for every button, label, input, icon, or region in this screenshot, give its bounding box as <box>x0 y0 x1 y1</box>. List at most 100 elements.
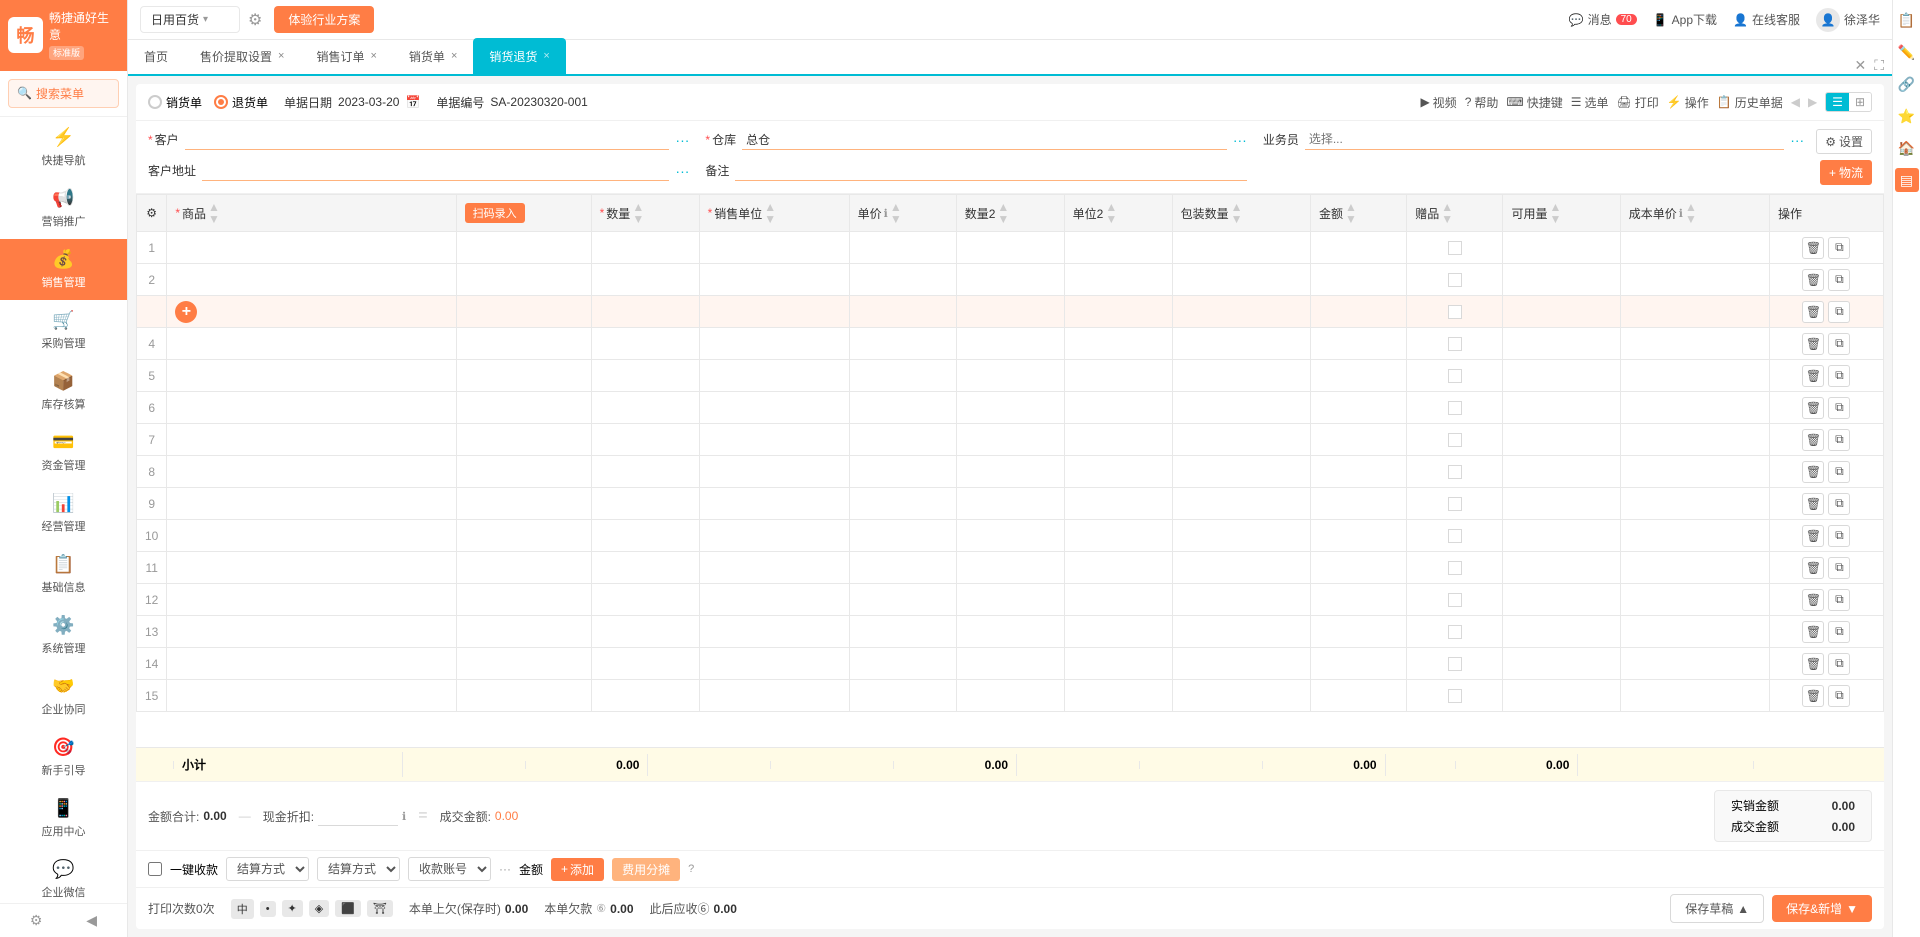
product-cell-5[interactable] <box>167 360 456 392</box>
right-icon-6[interactable]: ▤ <box>1895 168 1919 192</box>
qty2-cell-11[interactable] <box>956 552 1064 584</box>
unit-cell-5[interactable] <box>699 360 849 392</box>
amount-cell-12[interactable] <box>1310 584 1406 616</box>
unit2-cell-5[interactable] <box>1064 360 1172 392</box>
amount-cell-2[interactable] <box>1310 264 1406 296</box>
account-select[interactable]: 收款账号 <box>408 857 491 881</box>
unit2-cell-11[interactable] <box>1064 552 1172 584</box>
qty-cell-11[interactable] <box>591 552 699 584</box>
radio-sales[interactable]: 销货单 <box>148 94 202 111</box>
copy-row-btn-4[interactable]: ⧉ <box>1828 333 1850 355</box>
fee-info-icon[interactable]: ? <box>688 863 694 875</box>
calendar-icon[interactable]: 📅 <box>405 95 420 109</box>
pack-cell-5[interactable] <box>1172 360 1310 392</box>
discount-input[interactable] <box>318 807 398 826</box>
qty-cell-12[interactable] <box>591 584 699 616</box>
tab-sales-out[interactable]: 销货单 × <box>393 38 473 74</box>
product-cell-13[interactable] <box>167 616 456 648</box>
topbar-gear-icon[interactable]: ⚙ <box>248 10 262 30</box>
gift-checkbox-6[interactable] <box>1448 401 1462 415</box>
copy-row-btn-12[interactable]: ⧉ <box>1828 589 1850 611</box>
sidebar-item-finance[interactable]: 💳 资金管理 <box>0 422 127 483</box>
qty2-cell-4[interactable] <box>956 328 1064 360</box>
price-cell-7[interactable] <box>849 424 956 456</box>
unit-cell-6[interactable] <box>699 392 849 424</box>
sidebar-item-sales[interactable]: 💰 销售管理 <box>0 239 127 300</box>
tab-sales-order[interactable]: 销售订单 × <box>300 38 392 74</box>
qty-cell-2[interactable] <box>591 264 699 296</box>
price-cell-9[interactable] <box>849 488 956 520</box>
delete-row-btn-3[interactable]: 🗑 <box>1802 301 1824 323</box>
amount-cell-1[interactable] <box>1310 232 1406 264</box>
qty2-cell-10[interactable] <box>956 520 1064 552</box>
price-cell-5[interactable] <box>849 360 956 392</box>
price-cell-15[interactable] <box>849 680 956 712</box>
product-cell-2[interactable] <box>167 264 456 296</box>
unit2-cell-3[interactable] <box>1064 296 1172 328</box>
gift-checkbox-13[interactable] <box>1448 625 1462 639</box>
amount-cell-6[interactable] <box>1310 392 1406 424</box>
sidebar-item-enterprise[interactable]: 🤝 企业协同 <box>0 666 127 727</box>
help-btn[interactable]: ? 帮助 <box>1465 94 1499 111</box>
qty2-cell-13[interactable] <box>956 616 1064 648</box>
history-btn[interactable]: 📋 历史单据 <box>1717 94 1783 111</box>
nav-select[interactable]: 日用百货 ▾ <box>140 6 240 33</box>
pack-cell-3[interactable] <box>1172 296 1310 328</box>
gift-checkbox-12[interactable] <box>1448 593 1462 607</box>
unit-cell-3[interactable] <box>699 296 849 328</box>
product-cell-11[interactable] <box>167 552 456 584</box>
price-info-icon[interactable]: ℹ <box>884 207 888 220</box>
pack-cell-11[interactable] <box>1172 552 1310 584</box>
copy-row-btn-1[interactable]: ⧉ <box>1828 237 1850 259</box>
date-value[interactable]: 2023-03-20 <box>338 95 399 109</box>
pack-cell-8[interactable] <box>1172 456 1310 488</box>
amount-cell-10[interactable] <box>1310 520 1406 552</box>
amount-cell-5[interactable] <box>1310 360 1406 392</box>
qty-cell-5[interactable] <box>591 360 699 392</box>
qty-cell-4[interactable] <box>591 328 699 360</box>
tab-sales-return-close-icon[interactable]: × <box>543 50 549 62</box>
unit2-cell-15[interactable] <box>1064 680 1172 712</box>
pack-cell-13[interactable] <box>1172 616 1310 648</box>
unit2-cell-4[interactable] <box>1064 328 1172 360</box>
unit2-cell-12[interactable] <box>1064 584 1172 616</box>
pack-cell-1[interactable] <box>1172 232 1310 264</box>
online-service-button[interactable]: 👤 在线客服 <box>1733 11 1800 28</box>
operate-btn[interactable]: ⚡ 操作 <box>1667 94 1709 111</box>
fee-split-btn[interactable]: 费用分摊 <box>612 858 680 881</box>
product-cell-10[interactable] <box>167 520 456 552</box>
delete-row-btn-7[interactable]: 🗑 <box>1802 429 1824 451</box>
tab-price-setting-close-icon[interactable]: × <box>278 50 284 62</box>
customer-select-icon[interactable]: ··· <box>675 132 689 148</box>
copy-row-btn-8[interactable]: ⧉ <box>1828 461 1850 483</box>
sidebar-collapse-button[interactable]: ◀ <box>86 912 97 929</box>
copy-row-btn-6[interactable]: ⧉ <box>1828 397 1850 419</box>
sidebar-item-operations[interactable]: 📊 经营管理 <box>0 483 127 544</box>
delete-row-btn-1[interactable]: 🗑 <box>1802 237 1824 259</box>
product-cell-12[interactable] <box>167 584 456 616</box>
qty-cell-9[interactable] <box>591 488 699 520</box>
unit-cell-9[interactable] <box>699 488 849 520</box>
delete-row-btn-8[interactable]: 🗑 <box>1802 461 1824 483</box>
unit2-cell-2[interactable] <box>1064 264 1172 296</box>
amount-cell-13[interactable] <box>1310 616 1406 648</box>
gift-checkbox-3[interactable] <box>1448 305 1462 319</box>
product-cell-3[interactable]: + <box>167 296 456 328</box>
sidebar-item-marketing[interactable]: 📢 营销推广 <box>0 178 127 239</box>
product-cell-1[interactable] <box>167 232 456 264</box>
staff-input[interactable] <box>1305 129 1784 150</box>
sidebar-item-purchase[interactable]: 🛒 采购管理 <box>0 300 127 361</box>
unit2-cell-9[interactable] <box>1064 488 1172 520</box>
video-btn[interactable]: ▶ 视频 <box>1420 94 1456 111</box>
price-cell-8[interactable] <box>849 456 956 488</box>
right-icon-1[interactable]: 📋 <box>1895 8 1919 32</box>
qty2-cell-8[interactable] <box>956 456 1064 488</box>
tab-home[interactable]: 首页 <box>128 38 184 74</box>
qty2-cell-2[interactable] <box>956 264 1064 296</box>
account-dots-icon[interactable]: ··· <box>499 862 511 876</box>
unit-cell-12[interactable] <box>699 584 849 616</box>
discount-info-icon[interactable]: ℹ <box>402 810 406 823</box>
address-input[interactable] <box>202 160 669 181</box>
amount-cell-14[interactable] <box>1310 648 1406 680</box>
copy-row-btn-13[interactable]: ⧉ <box>1828 621 1850 643</box>
